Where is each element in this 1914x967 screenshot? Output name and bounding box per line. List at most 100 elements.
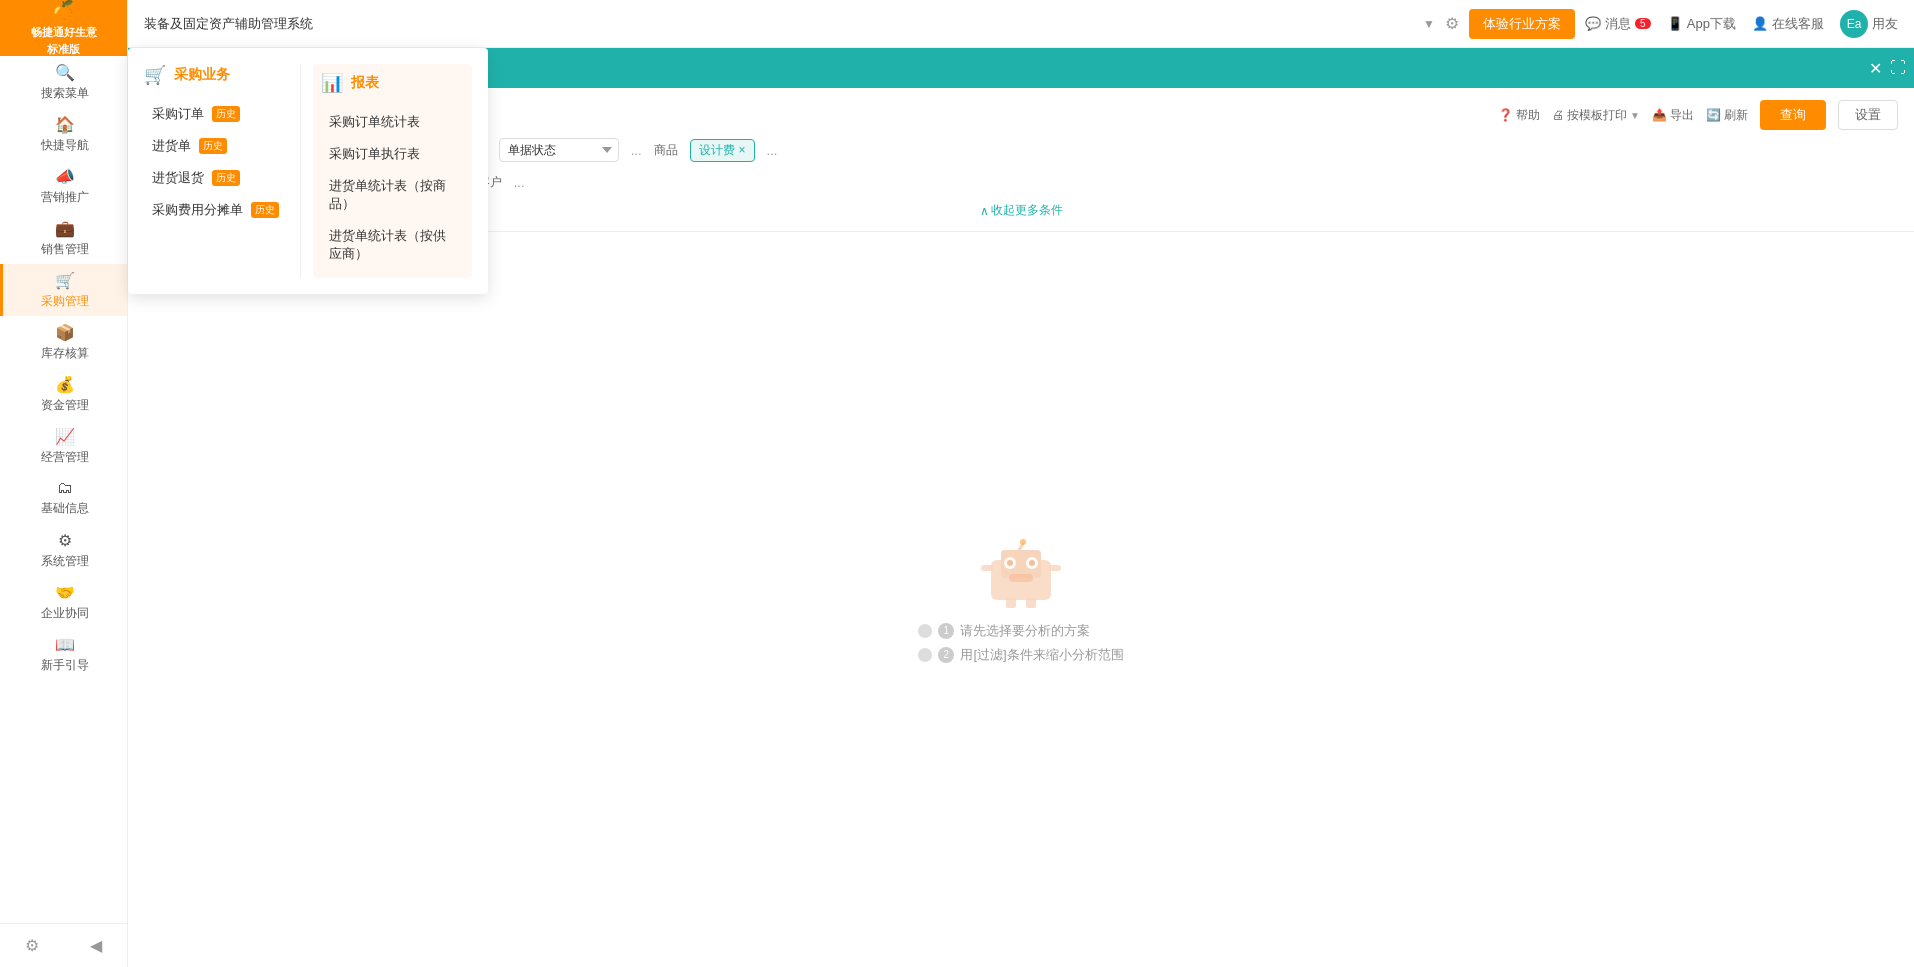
goods-return-history: 历史 — [212, 170, 240, 186]
system-dropdown-arrow[interactable]: ▼ — [1423, 17, 1435, 31]
basic-icon: 🗂 — [57, 479, 73, 497]
empty-tips: 1 请先选择要分析的方案 2 用[过滤]条件来缩小分析范围 — [918, 622, 1123, 670]
sidebar-item-search[interactable]: 🔍 搜索菜单 — [0, 56, 127, 108]
sidebar-item-label: 系统管理 — [41, 553, 89, 570]
sidebar-item-business[interactable]: 📈 经营管理 — [0, 420, 127, 472]
sidebar-item-label: 新手引导 — [41, 657, 89, 674]
goods-dots[interactable]: ... — [767, 143, 778, 158]
tabbar-expand-icon[interactable]: ⛶ — [1890, 59, 1906, 77]
newbie-icon: 📖 — [55, 635, 75, 654]
sidebar-bottom: ⚙ ◀ — [0, 923, 127, 967]
sidebar-item-inventory[interactable]: 📦 库存核算 — [0, 316, 127, 368]
collapse-btn[interactable]: ∧ 收起更多条件 — [980, 202, 1063, 219]
help-link[interactable]: ❓ 帮助 — [1498, 107, 1540, 124]
export-link[interactable]: 📤 导出 — [1652, 107, 1694, 124]
system-name: 装备及固定资产辅助管理系统 — [144, 15, 1413, 33]
purchase-expense-item[interactable]: 采购费用分摊单 历史 — [144, 194, 288, 226]
industry-btn[interactable]: 体验行业方案 — [1469, 9, 1575, 39]
goods-in-history: 历史 — [199, 138, 227, 154]
tip2-number: 2 — [938, 647, 954, 663]
robot-illustration — [971, 530, 1071, 610]
message-icon: 💬 — [1585, 16, 1601, 31]
print-label: 按模板打印 — [1567, 107, 1627, 124]
sidebar-item-enterprise[interactable]: 🤝 企业协同 — [0, 576, 127, 628]
empty-state: 1 请先选择要分析的方案 2 用[过滤]条件来缩小分析范围 — [128, 232, 1914, 967]
tip1-text: 请先选择要分析的方案 — [960, 622, 1090, 640]
print-dropdown-icon[interactable]: ▼ — [1630, 110, 1640, 121]
goods-in-stats-goods-item[interactable]: 进货单统计表（按商品） — [321, 170, 465, 220]
report-col-title: 报表 — [351, 74, 379, 92]
avatar[interactable]: Ea — [1840, 10, 1868, 38]
sidebar-item-label: 库存核算 — [41, 345, 89, 362]
sidebar-item-capital[interactable]: 💰 资金管理 — [0, 368, 127, 420]
sidebar-item-label: 基础信息 — [41, 500, 89, 517]
svg-point-12 — [1020, 539, 1026, 545]
topbar-actions: 💬 消息 5 📱 App下载 👤 在线客服 Ea 用友 — [1585, 10, 1898, 38]
purchase-order-exec-label: 采购订单执行表 — [329, 145, 420, 163]
sidebar-item-label: 采购管理 — [41, 293, 89, 310]
goods-return-item[interactable]: 进货退货 历史 — [144, 162, 288, 194]
capital-icon: 💰 — [55, 375, 75, 394]
sidebar-item-label: 资金管理 — [41, 397, 89, 414]
app-logo: 🍊 畅捷通好生意 标准版 — [0, 0, 127, 56]
purchase-icon: 🛒 — [55, 271, 75, 290]
purchase-order-stats-item[interactable]: 采购订单统计表 — [321, 106, 465, 138]
logo-text: 畅捷通好生意 — [31, 25, 97, 40]
print-link[interactable]: 🖨 按模板打印 ▼ — [1552, 107, 1640, 124]
goods-in-item[interactable]: 进货单 历史 — [144, 130, 288, 162]
tip2-text: 用[过滤]条件来缩小分析范围 — [960, 646, 1123, 664]
empty-tip-1: 1 请先选择要分析的方案 — [918, 622, 1123, 640]
help-icon: ❓ — [1498, 108, 1513, 122]
search-icon: 🔍 — [55, 63, 75, 82]
goods-in-stats-goods-label: 进货单统计表（按商品） — [329, 177, 457, 213]
purchase-col-header: 🛒 采购业务 — [144, 64, 288, 86]
business-icon: 📈 — [55, 427, 75, 446]
logo-subtext: 标准版 — [47, 42, 80, 57]
sidebar-item-sales[interactable]: 💼 销售管理 — [0, 212, 127, 264]
report-col-icon: 📊 — [321, 72, 343, 94]
goods-tag-close[interactable]: × — [739, 143, 746, 157]
goods-return-label: 进货退货 — [152, 169, 204, 187]
bill-status-dots[interactable]: ... — [631, 143, 642, 158]
user-action[interactable]: Ea 用友 — [1840, 10, 1898, 38]
svg-rect-9 — [1006, 598, 1016, 608]
app-download-action[interactable]: 📱 App下载 — [1667, 15, 1736, 33]
sidebar-collapse-btn[interactable]: ◀ — [86, 932, 106, 959]
online-service-action[interactable]: 👤 在线客服 — [1752, 15, 1824, 33]
refresh-link[interactable]: 🔄 刷新 — [1706, 107, 1748, 124]
user-label: 用友 — [1872, 15, 1898, 33]
sidebar-item-label: 销售管理 — [41, 241, 89, 258]
sidebar-item-quick[interactable]: 🏠 快捷导航 — [0, 108, 127, 160]
svg-rect-6 — [1009, 574, 1033, 582]
goods-in-stats-supplier-item[interactable]: 进货单统计表（按供应商） — [321, 220, 465, 270]
goods-tag: 设计费 × — [690, 139, 755, 162]
refresh-icon: 🔄 — [1706, 108, 1721, 122]
sidebar-item-purchase[interactable]: 🛒 采购管理 — [0, 264, 127, 316]
sidebar-item-system[interactable]: ⚙ 系统管理 — [0, 524, 127, 576]
refresh-label: 刷新 — [1724, 107, 1748, 124]
purchase-order-item[interactable]: 采购订单 历史 — [144, 98, 288, 130]
sidebar-item-label: 搜索菜单 — [41, 85, 89, 102]
sidebar-item-basic[interactable]: 🗂 基础信息 — [0, 472, 127, 524]
set-button[interactable]: 设置 — [1838, 100, 1898, 130]
query-button[interactable]: 查询 — [1760, 100, 1826, 130]
system-icon: ⚙ — [58, 531, 72, 550]
sales-icon: 💼 — [55, 219, 75, 238]
logo-icon: 🍊 — [51, 0, 76, 23]
tabbar-close-icon[interactable]: ✕ — [1869, 59, 1882, 78]
home-icon: 🏠 — [55, 115, 75, 134]
sidebar-settings-btn[interactable]: ⚙ — [21, 932, 43, 959]
sidebar-item-marketing[interactable]: 📣 营销推广 — [0, 160, 127, 212]
bill-status-select[interactable]: 单据状态 — [499, 138, 619, 162]
enterprise-icon: 🤝 — [55, 583, 75, 602]
purchase-col: 🛒 采购业务 采购订单 历史 进货单 历史 进货退货 历史 采购费用分摊单 历史 — [144, 64, 288, 278]
purchase-expense-history: 历史 — [251, 202, 279, 218]
empty-image — [971, 530, 1071, 610]
phone-icon: 📱 — [1667, 16, 1683, 31]
message-action[interactable]: 💬 消息 5 — [1585, 15, 1651, 33]
message-label: 消息 — [1605, 15, 1631, 33]
purchase-order-exec-item[interactable]: 采购订单执行表 — [321, 138, 465, 170]
customer-dots[interactable]: ... — [514, 175, 525, 190]
sidebar-item-newbie[interactable]: 📖 新手引导 — [0, 628, 127, 680]
topbar-gear-icon[interactable]: ⚙ — [1445, 14, 1459, 33]
